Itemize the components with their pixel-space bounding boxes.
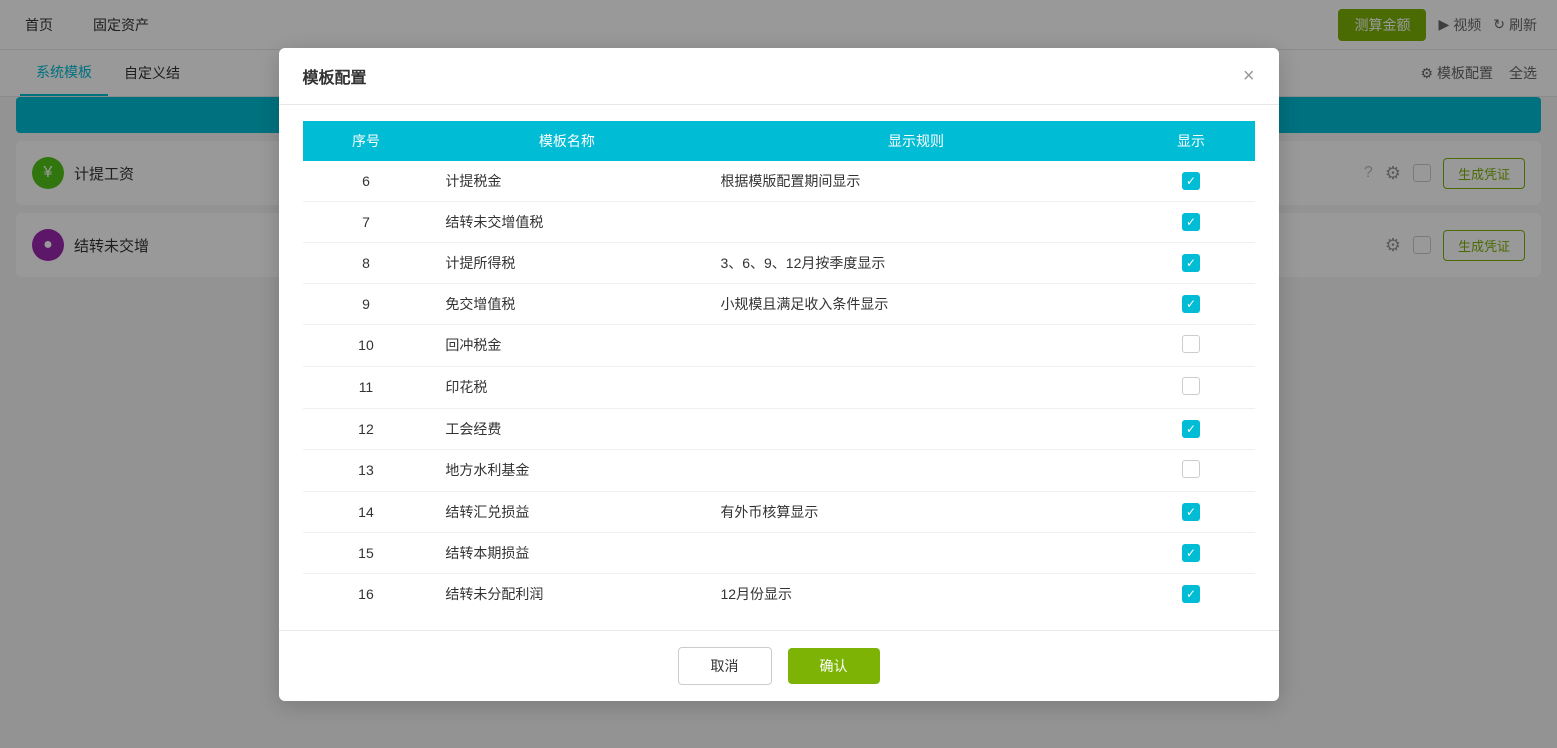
checkbox-checked[interactable]: ✓ — [1182, 254, 1200, 272]
checkbox-checked[interactable]: ✓ — [1182, 503, 1200, 521]
confirm-button[interactable]: 确认 — [788, 648, 880, 684]
row-index: 9 — [303, 283, 430, 324]
row-display — [1128, 449, 1255, 491]
table-row: 11印花税 — [303, 366, 1255, 408]
col-header-rule: 显示规则 — [704, 121, 1127, 161]
row-rule: 有外币核算显示 — [704, 491, 1127, 532]
modal-overlay: 模板配置 × 序号 模板名称 显示规则 显示 6计提税金根据模版配置期间显示✓7… — [0, 0, 1557, 748]
row-display: ✓ — [1128, 408, 1255, 449]
row-index: 11 — [303, 366, 430, 408]
row-index: 15 — [303, 532, 430, 573]
checkbox-unchecked[interactable] — [1182, 460, 1200, 478]
row-display — [1128, 324, 1255, 366]
row-name: 工会经费 — [429, 408, 704, 449]
table-row: 16结转未分配利润12月份显示 ✓ — [303, 573, 1255, 614]
row-name: 回冲税金 — [429, 324, 704, 366]
table-row: 10回冲税金 — [303, 324, 1255, 366]
row-rule — [704, 201, 1127, 242]
row-display: ✓ — [1128, 491, 1255, 532]
row-rule: 12月份显示 — [704, 573, 1127, 614]
modal-footer: 取消 确认 — [279, 630, 1279, 701]
row-display: ✓ — [1128, 283, 1255, 324]
row-index: 16 — [303, 573, 430, 614]
checkbox-checked[interactable]: ✓ — [1182, 172, 1200, 190]
row-index: 8 — [303, 242, 430, 283]
checkbox-checked[interactable]: ✓ — [1182, 544, 1200, 562]
close-icon[interactable]: × — [1243, 66, 1255, 86]
row-index: 7 — [303, 201, 430, 242]
row-display: ✓ — [1128, 573, 1255, 614]
row-rule: 根据模版配置期间显示 — [704, 161, 1127, 202]
table-row: 13地方水利基金 — [303, 449, 1255, 491]
table-row: 12工会经费 ✓ — [303, 408, 1255, 449]
row-rule: 3、6、9、12月按季度显示 — [704, 242, 1127, 283]
row-index: 12 — [303, 408, 430, 449]
row-name: 结转未交增值税 — [429, 201, 704, 242]
table-row: 15结转本期损益 ✓ — [303, 532, 1255, 573]
row-index: 13 — [303, 449, 430, 491]
config-table: 序号 模板名称 显示规则 显示 6计提税金根据模版配置期间显示✓7结转未交增值税… — [303, 121, 1255, 614]
row-name: 结转未分配利润 — [429, 573, 704, 614]
row-name: 地方水利基金 — [429, 449, 704, 491]
row-name: 计提所得税 — [429, 242, 704, 283]
row-rule: 小规模且满足收入条件显示 — [704, 283, 1127, 324]
row-name: 印花税 — [429, 366, 704, 408]
checkbox-unchecked[interactable] — [1182, 377, 1200, 395]
modal-body: 序号 模板名称 显示规则 显示 6计提税金根据模版配置期间显示✓7结转未交增值税… — [279, 105, 1279, 630]
row-display: ✓ — [1128, 161, 1255, 202]
checkbox-checked[interactable]: ✓ — [1182, 420, 1200, 438]
row-rule — [704, 408, 1127, 449]
row-rule — [704, 366, 1127, 408]
row-rule — [704, 449, 1127, 491]
modal-header: 模板配置 × — [279, 48, 1279, 105]
row-rule — [704, 324, 1127, 366]
row-name: 计提税金 — [429, 161, 704, 202]
col-header-index: 序号 — [303, 121, 430, 161]
table-row: 6计提税金根据模版配置期间显示 ✓ — [303, 161, 1255, 202]
row-index: 10 — [303, 324, 430, 366]
checkbox-checked[interactable]: ✓ — [1182, 295, 1200, 313]
table-row: 8计提所得税3、6、9、12月按季度显示 ✓ — [303, 242, 1255, 283]
row-name: 免交增值税 — [429, 283, 704, 324]
checkbox-checked[interactable]: ✓ — [1182, 213, 1200, 231]
row-name: 结转本期损益 — [429, 532, 704, 573]
row-index: 6 — [303, 161, 430, 202]
row-display: ✓ — [1128, 532, 1255, 573]
col-header-display: 显示 — [1128, 121, 1255, 161]
cancel-button[interactable]: 取消 — [678, 647, 772, 685]
row-display — [1128, 366, 1255, 408]
row-display: ✓ — [1128, 242, 1255, 283]
checkbox-unchecked[interactable] — [1182, 335, 1200, 353]
modal-title: 模板配置 — [303, 64, 367, 88]
row-index: 14 — [303, 491, 430, 532]
table-row: 7结转未交增值税 ✓ — [303, 201, 1255, 242]
modal-template-config: 模板配置 × 序号 模板名称 显示规则 显示 6计提税金根据模版配置期间显示✓7… — [279, 48, 1279, 701]
table-row: 14结转汇兑损益有外币核算显示 ✓ — [303, 491, 1255, 532]
table-row: 9免交增值税小规模且满足收入条件显示 ✓ — [303, 283, 1255, 324]
col-header-name: 模板名称 — [429, 121, 704, 161]
row-name: 结转汇兑损益 — [429, 491, 704, 532]
row-rule — [704, 532, 1127, 573]
checkbox-checked[interactable]: ✓ — [1182, 585, 1200, 603]
row-display: ✓ — [1128, 201, 1255, 242]
